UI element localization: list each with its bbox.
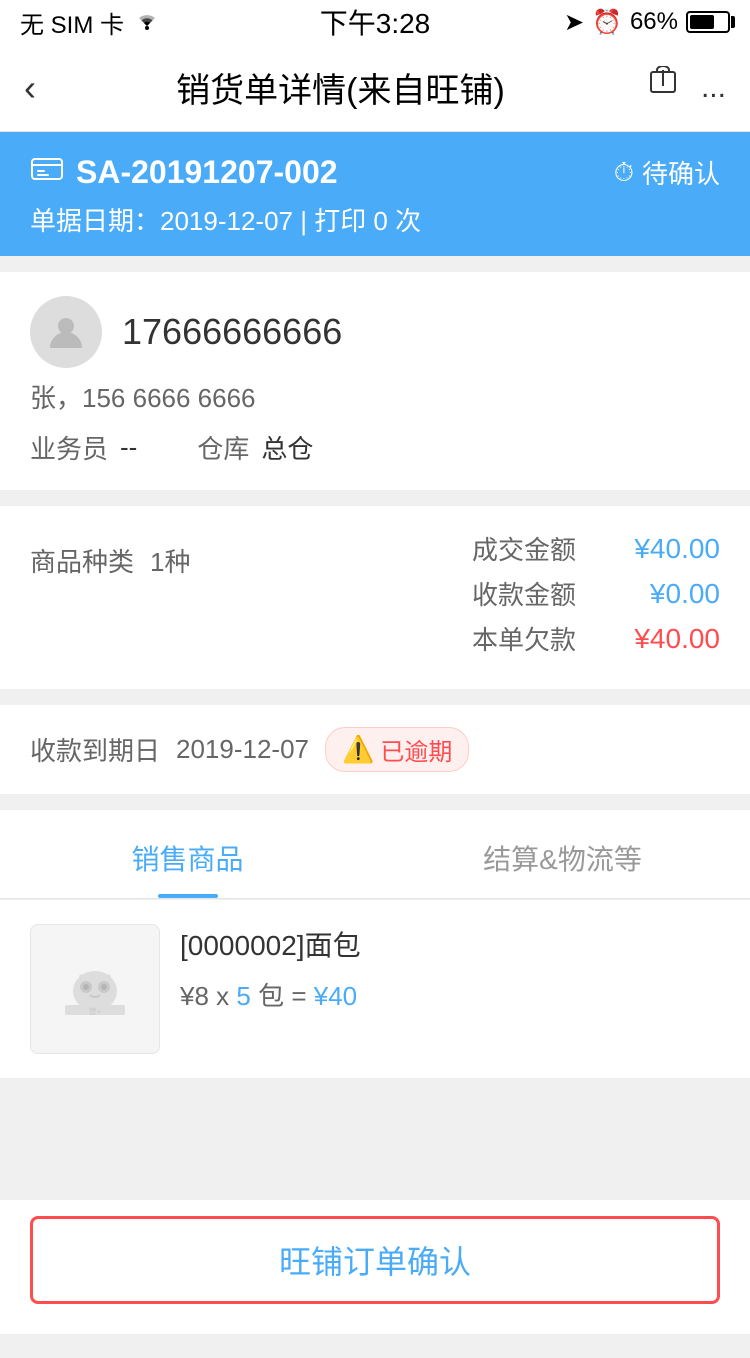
bottom-bar: 旺铺订单确认	[0, 1200, 750, 1334]
product-category-label: 商品种类	[30, 542, 134, 579]
customer-meta: 业务员 -- 仓库 总仓	[30, 429, 720, 466]
nav-actions: ...	[645, 66, 726, 110]
transaction-value: ¥40.00	[600, 533, 720, 565]
status-right: ➤ ⏰ 66%	[564, 8, 730, 37]
nav-bar: ‹ 销货单详情(来自旺铺) ...	[0, 44, 750, 132]
summary-section: 商品种类 1种 成交金额 ¥40.00 收款金额 ¥0.00 本单欠款 ¥40.…	[0, 506, 750, 689]
product-qty: 5	[236, 981, 250, 1011]
order-id: SA-20191207-002	[30, 154, 338, 191]
product-unit: 包	[258, 981, 284, 1011]
equals-sign: =	[291, 981, 313, 1011]
salesperson-value: --	[120, 432, 137, 463]
clock-icon: ⏱	[614, 157, 634, 189]
order-date-row: 单据日期：2019-12-07 | 打印 0 次	[30, 201, 720, 238]
salesperson-item: 业务员 --	[30, 429, 137, 466]
battery-icon	[686, 11, 730, 33]
multiply-sign: x	[216, 981, 236, 1011]
transaction-amount-row: 成交金额 ¥40.00	[472, 530, 720, 567]
collected-value: ¥0.00	[600, 578, 720, 610]
status-time: 下午3:28	[320, 2, 431, 42]
product-total: ¥40	[314, 981, 357, 1011]
customer-section: 17666666666 张，156 6666 6666 业务员 -- 仓库 总仓	[0, 272, 750, 490]
customer-name: 张，156 6666 6666	[30, 378, 720, 415]
status-left: 无 SIM 卡	[20, 5, 162, 40]
status-bar: 无 SIM 卡 下午3:28 ➤ ⏰ 66%	[0, 0, 750, 44]
customer-phone: 17666666666	[122, 311, 342, 353]
svg-text:管+: 管+	[89, 1006, 102, 1016]
confirm-button[interactable]: 旺铺订单确认	[30, 1216, 720, 1304]
order-header-top: SA-20191207-002 ⏱ 待确认	[30, 154, 720, 191]
owed-amount-row: 本单欠款 ¥40.00	[472, 620, 720, 657]
order-id-icon	[30, 154, 64, 191]
due-section: 收款到期日 2019-12-07 ⚠️ 已逾期	[0, 705, 750, 794]
owed-label: 本单欠款	[472, 620, 576, 657]
battery-fill	[690, 15, 714, 29]
customer-top: 17666666666	[30, 296, 720, 368]
salesperson-label: 业务员	[30, 429, 108, 466]
page-title: 销货单详情(来自旺铺)	[176, 63, 505, 112]
product-image: 管+	[30, 924, 160, 1054]
order-status: ⏱ 待确认	[614, 154, 720, 191]
product-item: 管+ [0000002]面包 ¥8 x 5 包 = ¥40	[0, 899, 750, 1078]
more-icon[interactable]: ...	[701, 71, 726, 105]
tabs-section: 销售商品 结算&物流等 管+	[0, 810, 750, 1078]
back-button[interactable]: ‹	[24, 67, 36, 109]
warning-icon: ⚠️	[342, 734, 374, 765]
warehouse-value: 总仓	[261, 429, 313, 466]
product-category-row: 商品种类 1种	[30, 542, 190, 579]
warehouse-item: 仓库 总仓	[197, 429, 313, 466]
share-icon[interactable]	[645, 66, 681, 110]
transaction-label: 成交金额	[472, 530, 576, 567]
battery-label: 66%	[630, 8, 678, 36]
alarm-icon: ⏰	[592, 8, 622, 37]
warehouse-label: 仓库	[197, 429, 249, 466]
product-category-value: 1种	[150, 542, 190, 579]
avatar	[30, 296, 102, 368]
product-calc: ¥8 x 5 包 = ¥40	[180, 976, 720, 1013]
product-name: [0000002]面包	[180, 924, 720, 964]
carrier-label: 无 SIM 卡	[20, 5, 124, 40]
collected-label: 收款金额	[472, 575, 576, 612]
owed-value: ¥40.00	[600, 623, 720, 655]
tab-settlement[interactable]: 结算&物流等	[375, 810, 750, 898]
status-text: 待确认	[642, 154, 720, 191]
summary-right: 成交金额 ¥40.00 收款金额 ¥0.00 本单欠款 ¥40.00	[472, 530, 720, 665]
product-price: ¥8	[180, 981, 209, 1011]
overdue-text: 已逾期	[380, 732, 452, 767]
collected-amount-row: 收款金额 ¥0.00	[472, 575, 720, 612]
summary-left: 商品种类 1种	[30, 530, 190, 579]
due-date-value: 2019-12-07	[176, 734, 309, 765]
order-header: SA-20191207-002 ⏱ 待确认 单据日期：2019-12-07 | …	[0, 132, 750, 256]
order-id-text: SA-20191207-002	[76, 154, 338, 191]
due-label: 收款到期日	[30, 731, 160, 768]
product-logo: 管+	[55, 959, 135, 1019]
tabs-row: 销售商品 结算&物流等	[0, 810, 750, 899]
tab-sales-products[interactable]: 销售商品	[0, 810, 375, 898]
overdue-badge: ⚠️ 已逾期	[325, 727, 469, 772]
wifi-icon	[132, 8, 162, 37]
location-icon: ➤	[564, 8, 584, 37]
product-info: [0000002]面包 ¥8 x 5 包 = ¥40	[180, 924, 720, 1013]
